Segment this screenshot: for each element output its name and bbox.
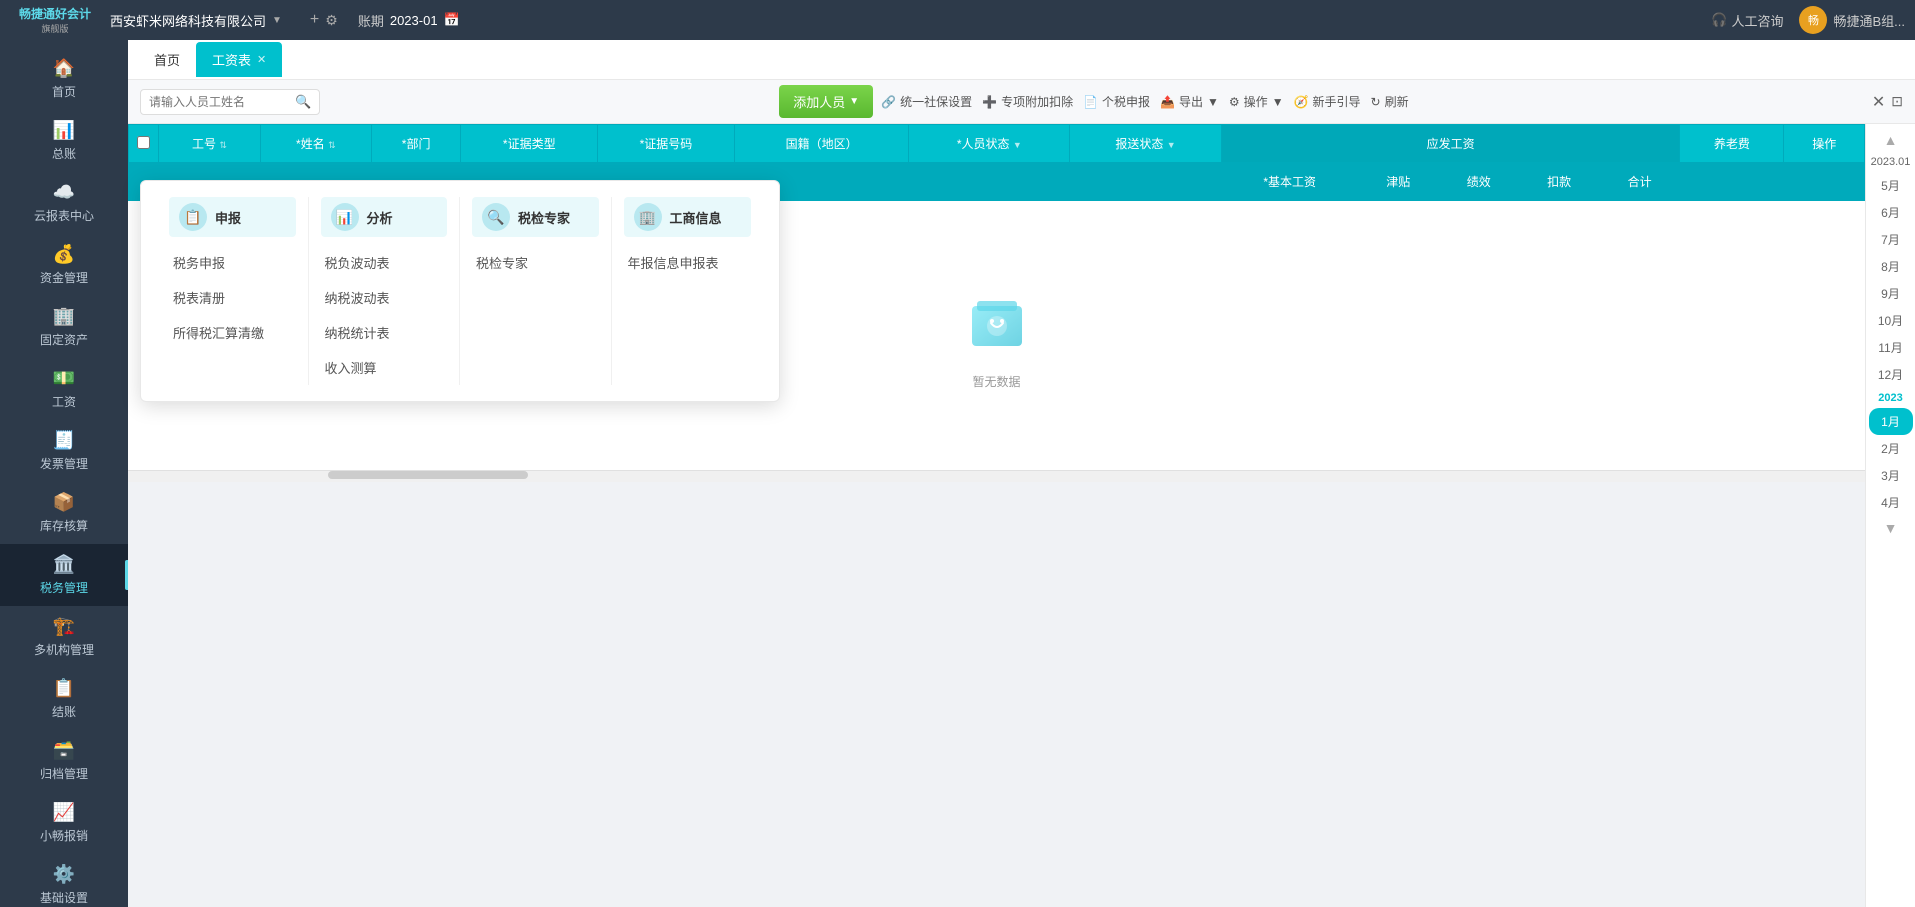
analysis-label: 分析 bbox=[367, 208, 393, 227]
menu-item-annual-report[interactable]: 年报信息申报表 bbox=[624, 245, 752, 280]
tax-expert-label: 税检专家 bbox=[518, 208, 570, 227]
menu-item-tax-burden[interactable]: 税负波动表 bbox=[321, 245, 448, 280]
business-info-icon: 🏢 bbox=[634, 203, 662, 231]
tax-menu-dropdown: 📋 申报 税务申报 税表清册 所得税汇算清缴 📊 分析 税负波动表 纳税波动表 … bbox=[140, 180, 780, 402]
menu-item-income-estimate[interactable]: 收入测算 bbox=[321, 350, 448, 385]
dropdown-col-analysis: 📊 分析 税负波动表 纳税波动表 纳税统计表 收入测算 bbox=[309, 197, 461, 385]
menu-item-tax-payment-fluctuation[interactable]: 纳税波动表 bbox=[321, 280, 448, 315]
declaration-label: 申报 bbox=[215, 208, 241, 227]
menu-item-tax-declaration[interactable]: 税务申报 bbox=[169, 245, 296, 280]
menu-item-tax-table[interactable]: 税表清册 bbox=[169, 280, 296, 315]
menu-item-tax-expert[interactable]: 税检专家 bbox=[472, 245, 599, 280]
menu-item-tax-statistics[interactable]: 纳税统计表 bbox=[321, 315, 448, 350]
analysis-icon: 📊 bbox=[331, 203, 359, 231]
tax-expert-header: 🔍 税检专家 bbox=[472, 197, 599, 237]
declaration-header: 📋 申报 bbox=[169, 197, 296, 237]
dropdown-col-business-info: 🏢 工商信息 年报信息申报表 bbox=[612, 197, 764, 385]
declaration-icon: 📋 bbox=[179, 203, 207, 231]
dropdown-col-declaration: 📋 申报 税务申报 税表清册 所得税汇算清缴 bbox=[157, 197, 309, 385]
menu-item-income-tax[interactable]: 所得税汇算清缴 bbox=[169, 315, 296, 350]
tax-expert-icon: 🔍 bbox=[482, 203, 510, 231]
business-info-label: 工商信息 bbox=[670, 208, 722, 227]
dropdown-overlay: 📋 申报 税务申报 税表清册 所得税汇算清缴 📊 分析 税负波动表 纳税波动表 … bbox=[0, 0, 1915, 907]
business-info-header: 🏢 工商信息 bbox=[624, 197, 752, 237]
dropdown-col-tax-expert: 🔍 税检专家 税检专家 bbox=[460, 197, 612, 385]
analysis-header: 📊 分析 bbox=[321, 197, 448, 237]
